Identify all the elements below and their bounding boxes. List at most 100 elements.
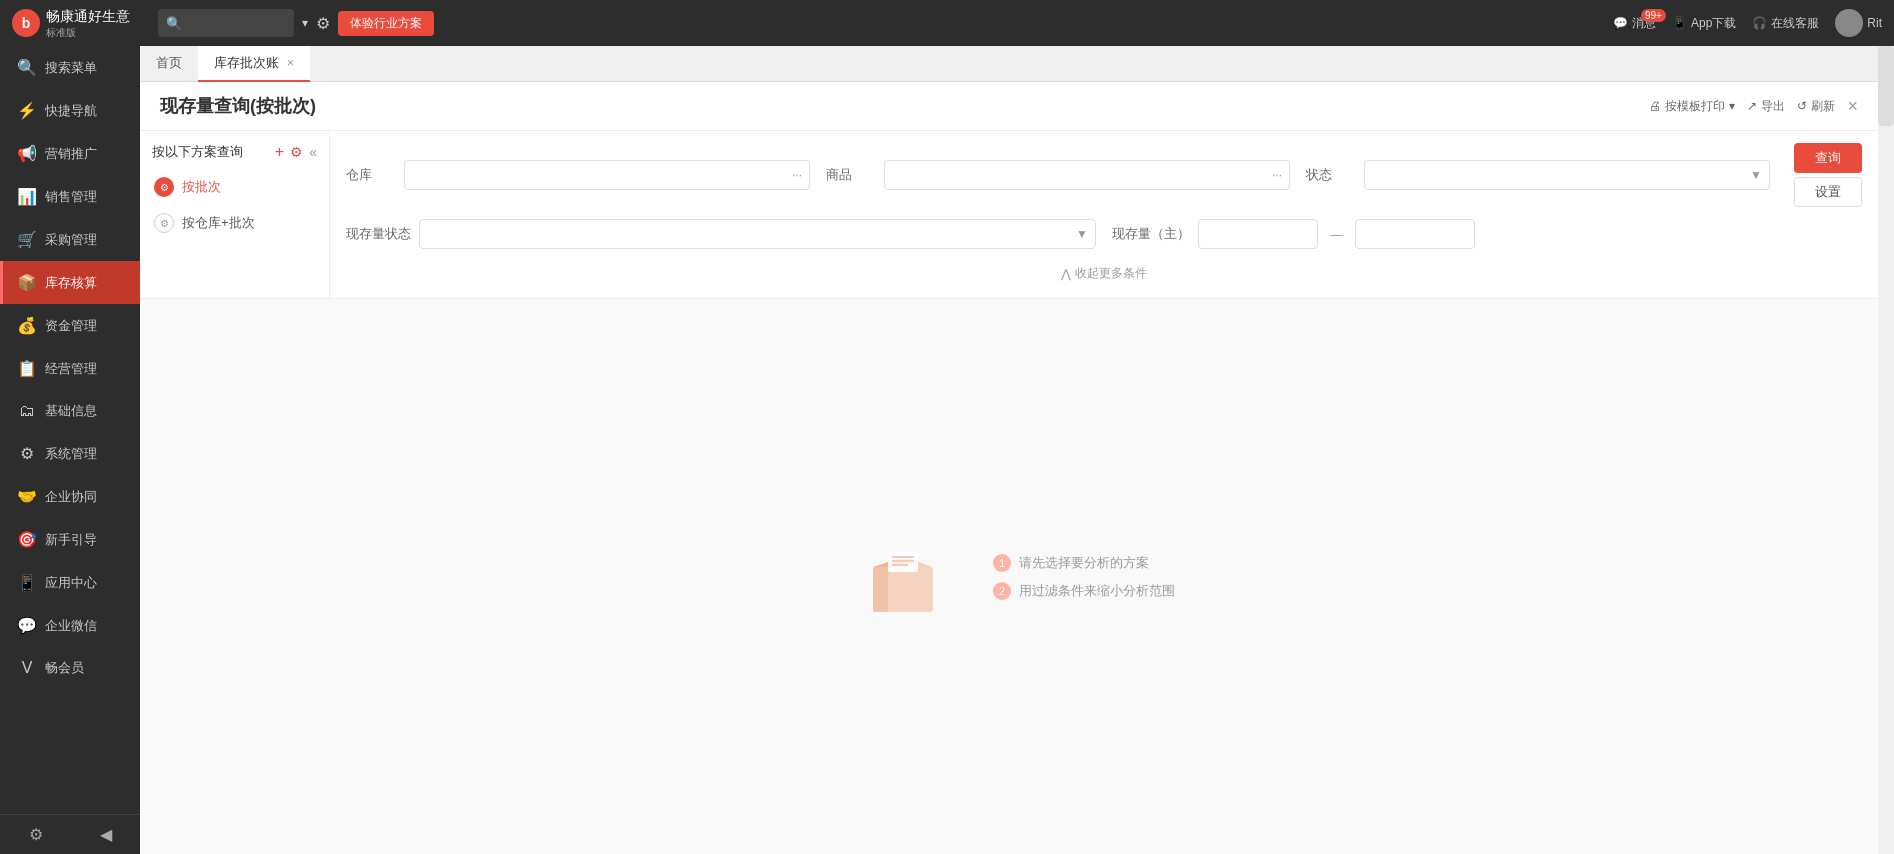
apps-icon: 📱 — [17, 573, 37, 592]
chevron-down-icon: ▾ — [1729, 99, 1735, 113]
filter-scheme-by-batch[interactable]: ⚙ 按批次 — [140, 169, 329, 205]
message-button[interactable]: 💬 消息 99+ — [1613, 15, 1656, 32]
sidebar-item-basic[interactable]: 🗂 基础信息 — [0, 390, 140, 432]
online-service-button[interactable]: 🎧 在线客服 — [1752, 15, 1819, 32]
stock-status-dropdown-icon[interactable]: ▼ — [1076, 227, 1088, 241]
page-content: 现存量查询(按批次) 🖨 按模板打印 ▾ ↗ 导出 ↺ 刷新 — [140, 82, 1878, 854]
main-layout: 🔍 搜索菜单 ⚡ 快捷导航 📢 营销推广 📊 销售管理 🛒 采购管理 📦 — [0, 46, 1894, 854]
goods-more-icon[interactable]: ··· — [1272, 168, 1282, 182]
tab-inventory-batch[interactable]: 库存批次账 × — [198, 46, 310, 82]
sidebar-item-collab[interactable]: 🤝 企业协同 — [0, 475, 140, 518]
step-2-icon: 2 — [993, 582, 1011, 600]
stock-status-input[interactable] — [419, 219, 1096, 249]
filter-panel: 按以下方案查询 + ⚙ « ⚙ 按批次 ⚙ 按仓库+批次 — [140, 131, 1878, 299]
user-menu[interactable]: Rit — [1835, 9, 1882, 37]
search-input[interactable] — [186, 16, 286, 30]
sidebar-item-system[interactable]: ⚙ 系统管理 — [0, 432, 140, 475]
sidebar-item-shortcut[interactable]: ⚡ 快捷导航 — [0, 89, 140, 132]
tab-bar: 首页 库存批次账 × — [140, 46, 1878, 82]
sidebar-item-finance[interactable]: 💰 资金管理 — [0, 304, 140, 347]
tab-close-button[interactable]: × — [287, 56, 294, 70]
sidebar-item-marketing[interactable]: 📢 营销推广 — [0, 132, 140, 175]
svg-rect-4 — [888, 552, 918, 572]
wechat-icon: 💬 — [17, 616, 37, 635]
basic-icon: 🗂 — [17, 402, 37, 420]
sidebar-item-apps[interactable]: 📱 应用中心 — [0, 561, 140, 604]
goods-filter-group: 商品 ··· — [826, 160, 1290, 190]
scheme-inactive-icon: ⚙ — [154, 213, 174, 233]
filter-scheme-by-warehouse-batch[interactable]: ⚙ 按仓库+批次 — [140, 205, 329, 241]
status-input[interactable] — [1364, 160, 1770, 190]
sidebar-item-inventory[interactable]: 📦 库存核算 — [0, 261, 140, 304]
tab-home[interactable]: 首页 — [140, 46, 198, 82]
status-filter-group: 状态 ▼ — [1306, 160, 1770, 190]
filter-collapse-button[interactable]: « — [309, 144, 317, 160]
status-dropdown-icon[interactable]: ▼ — [1750, 168, 1762, 182]
app-title: 畅康通好生意 标准版 — [46, 7, 130, 38]
topbar-dropdown[interactable]: ▾ — [302, 16, 308, 30]
topbar-search-box[interactable]: 🔍 — [158, 9, 294, 37]
stock-quantity-filter-group: 现存量（主） — — [1112, 219, 1862, 249]
filter-action-buttons: 查询 设置 — [1794, 143, 1862, 207]
empty-step-2: 2 用过滤条件来缩小分析范围 — [993, 582, 1175, 600]
stock-quantity-from-input[interactable] — [1198, 219, 1318, 249]
svg-rect-3 — [873, 567, 888, 612]
refresh-button[interactable]: ↺ 刷新 — [1797, 98, 1835, 115]
print-icon: 🖨 — [1649, 99, 1661, 113]
page-title: 现存量查询(按批次) — [160, 94, 316, 118]
system-icon: ⚙ — [17, 444, 37, 463]
refresh-icon: ↺ — [1797, 99, 1807, 113]
warehouse-more-icon[interactable]: ··· — [792, 168, 802, 182]
empty-step-1: 1 请先选择要分析的方案 — [993, 554, 1175, 572]
app-download-button[interactable]: 📱 App下载 — [1672, 15, 1736, 32]
topbar-gear-icon[interactable]: ⚙ — [316, 14, 330, 33]
print-template-button[interactable]: 🖨 按模板打印 ▾ — [1649, 98, 1735, 115]
quantity-dash: — — [1326, 227, 1347, 242]
add-scheme-button[interactable]: + — [275, 143, 284, 161]
query-button[interactable]: 查询 — [1794, 143, 1862, 173]
sidebar-item-operations[interactable]: 📋 经营管理 — [0, 347, 140, 390]
filter-row-2: 现存量状态 ▼ 现存量（主） — — [346, 219, 1862, 249]
goods-input[interactable] — [884, 160, 1290, 190]
page-close-button[interactable]: × — [1847, 96, 1858, 117]
right-scrollbar-panel[interactable] — [1878, 46, 1894, 854]
sidebar-settings-button[interactable]: ⚙ — [29, 825, 43, 844]
sales-icon: 📊 — [17, 187, 37, 206]
collapse-conditions-button[interactable]: ⋀ 收起更多条件 — [346, 261, 1862, 286]
page-header: 现存量查询(按批次) 🖨 按模板打印 ▾ ↗ 导出 ↺ 刷新 — [140, 82, 1878, 131]
download-icon: 📱 — [1672, 16, 1687, 30]
shortcut-icon: ⚡ — [17, 101, 37, 120]
newbie-icon: 🎯 — [17, 530, 37, 549]
warehouse-input-wrapper: ··· — [404, 160, 810, 190]
collab-icon: 🤝 — [17, 487, 37, 506]
settings-button[interactable]: 设置 — [1794, 177, 1862, 207]
experience-button[interactable]: 体验行业方案 — [338, 11, 434, 36]
logo-icon: b — [12, 9, 40, 37]
search-icon: 🔍 — [166, 16, 182, 31]
sidebar-item-wechat[interactable]: 💬 企业微信 — [0, 604, 140, 647]
status-input-wrapper: ▼ — [1364, 160, 1770, 190]
sidebar-item-purchase[interactable]: 🛒 采购管理 — [0, 218, 140, 261]
scheme-settings-button[interactable]: ⚙ — [290, 144, 303, 160]
warehouse-input[interactable] — [404, 160, 810, 190]
purchase-icon: 🛒 — [17, 230, 37, 249]
marketing-icon: 📢 — [17, 144, 37, 163]
filter-sidebar: 按以下方案查询 + ⚙ « ⚙ 按批次 ⚙ 按仓库+批次 — [140, 131, 330, 298]
chevron-down-icon: ▾ — [302, 16, 308, 30]
stock-quantity-to-input[interactable] — [1355, 219, 1475, 249]
scheme-active-icon: ⚙ — [154, 177, 174, 197]
sidebar-item-newbie[interactable]: 🎯 新手引导 — [0, 518, 140, 561]
sidebar-item-member[interactable]: V 畅会员 — [0, 647, 140, 689]
warehouse-filter-group: 仓库 ··· — [346, 160, 810, 190]
sidebar-item-search[interactable]: 🔍 搜索菜单 — [0, 46, 140, 89]
filter-form: 仓库 ··· 商品 ··· — [330, 131, 1878, 298]
sidebar-item-sales[interactable]: 📊 销售管理 — [0, 175, 140, 218]
sidebar-bottom: ⚙ ◀ — [0, 814, 140, 854]
topbar-right: 💬 消息 99+ 📱 App下载 🎧 在线客服 Rit — [1613, 9, 1882, 37]
filter-sidebar-header: 按以下方案查询 + ⚙ « — [140, 143, 329, 169]
finance-icon: 💰 — [17, 316, 37, 335]
app-logo: b 畅康通好生意 标准版 — [12, 7, 142, 38]
sidebar-collapse-button[interactable]: ◀ — [100, 825, 112, 844]
export-button[interactable]: ↗ 导出 — [1747, 98, 1785, 115]
stock-status-filter-group: 现存量状态 ▼ — [346, 219, 1096, 249]
